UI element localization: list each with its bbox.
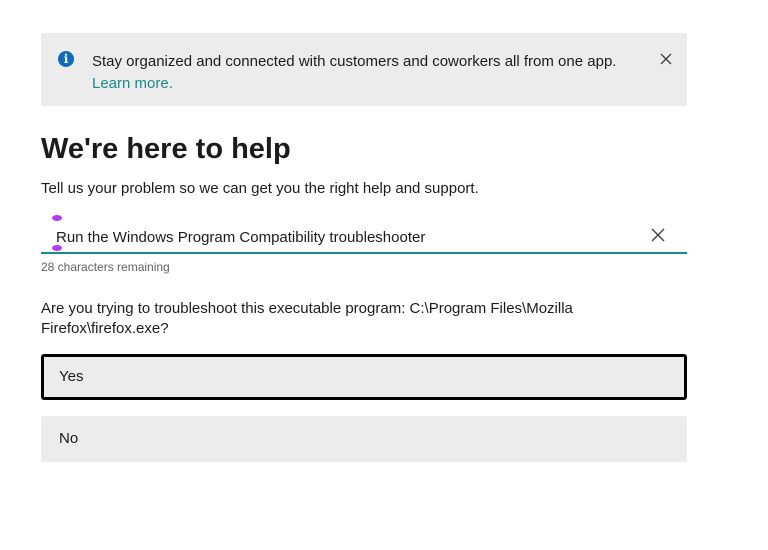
close-icon <box>660 53 672 65</box>
no-button[interactable]: No <box>41 416 687 462</box>
page-subtitle: Tell us your problem so we can get you t… <box>41 180 479 197</box>
characters-remaining: 28 characters remaining <box>41 260 170 274</box>
learn-more-link[interactable]: Learn more. <box>92 73 173 95</box>
no-button-label: No <box>59 430 79 447</box>
close-icon <box>651 228 665 242</box>
yes-button[interactable]: Yes <box>41 354 687 400</box>
page-title: We're here to help <box>41 133 291 165</box>
clear-input-button[interactable] <box>649 226 667 244</box>
problem-input-container <box>41 212 687 254</box>
selection-handle-bottom[interactable] <box>52 245 62 251</box>
yes-button-label: Yes <box>59 368 84 385</box>
info-banner: i Stay organized and connected with cust… <box>41 33 687 106</box>
selection-handle-top[interactable] <box>52 215 62 221</box>
info-icon: i <box>58 51 74 67</box>
troubleshoot-question: Are you trying to troubleshoot this exec… <box>41 300 573 337</box>
dismiss-banner-button[interactable] <box>656 49 676 69</box>
problem-search-input[interactable] <box>56 226 636 248</box>
banner-message: Stay organized and connected with custom… <box>92 53 617 70</box>
get-help-page: i Stay organized and connected with cust… <box>0 0 768 550</box>
